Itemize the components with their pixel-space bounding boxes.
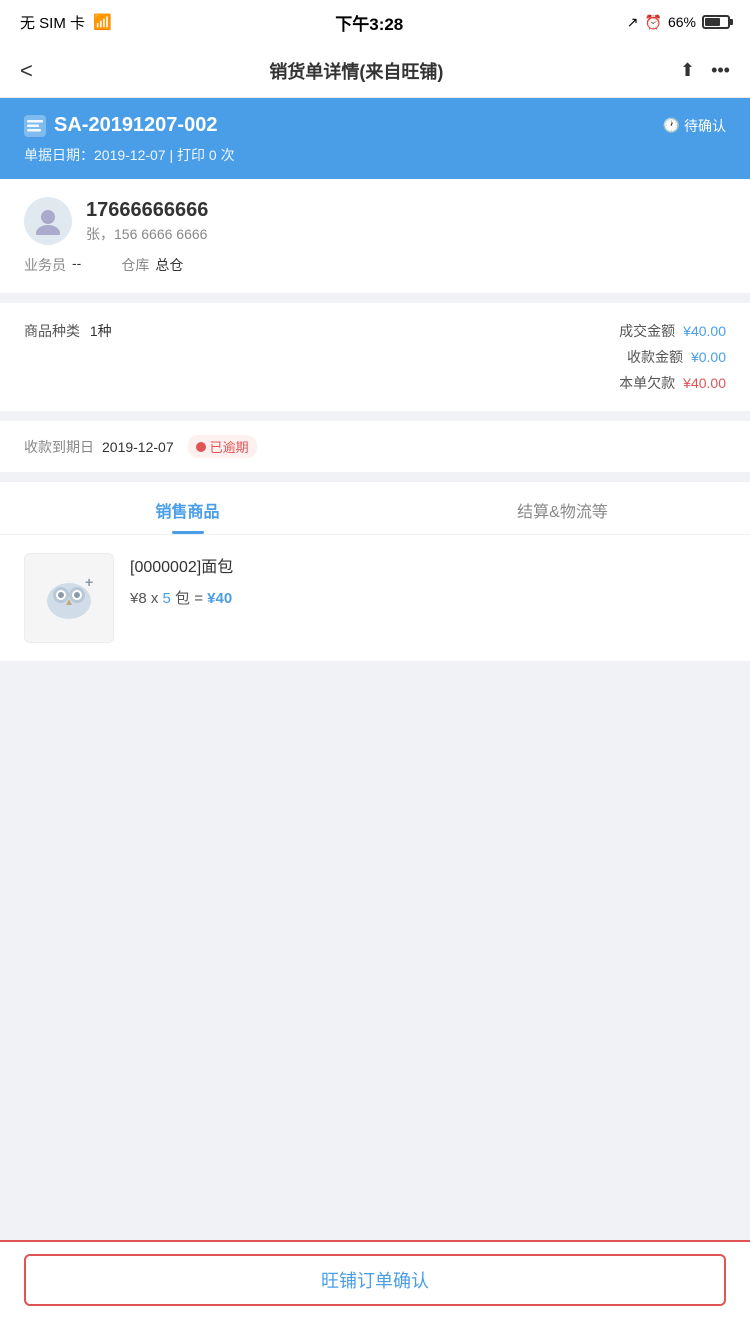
category-count: 1种 xyxy=(90,323,112,339)
customer-phone: 17666666666 xyxy=(86,199,208,222)
back-button[interactable]: < xyxy=(20,58,33,84)
order-header: SA-20191207-002 🕐 待确认 单据日期：2019-12-07 | … xyxy=(0,98,750,179)
received-amount: ¥0.00 xyxy=(691,349,726,365)
warehouse-item: 仓库 总仓 xyxy=(121,255,183,275)
transaction-label: 成交金额 xyxy=(619,321,675,341)
location-icon: ↗ xyxy=(627,14,639,31)
order-id: SA-20191207-002 xyxy=(24,114,217,137)
summary-right: 成交金额 ¥40.00 收款金额 ¥0.00 本单欠款 ¥40.00 xyxy=(619,321,726,393)
order-status: 🕐 待确认 xyxy=(663,116,726,136)
product-qty: 5 xyxy=(163,590,171,607)
transaction-amount: ¥40.00 xyxy=(683,323,726,339)
page-title: 销货单详情(来自旺铺) xyxy=(269,58,443,84)
customer-meta: 业务员 -- 仓库 总仓 xyxy=(24,255,726,275)
customer-info: 17666666666 张，156 6666 6666 xyxy=(86,199,208,244)
status-right: ↗ ⏰ 66% xyxy=(627,14,730,31)
product-calc: ¥8 x 5 包 = ¥40 xyxy=(130,587,726,608)
received-label: 收款金额 xyxy=(627,347,683,367)
overdue-text: 已逾期 xyxy=(210,437,249,456)
status-left: 无 SIM 卡 📶 xyxy=(20,12,112,33)
confirm-button[interactable]: 旺铺订单确认 xyxy=(24,1254,726,1306)
customer-sub: 张，156 6666 6666 xyxy=(86,224,208,244)
overdue-dot-icon xyxy=(196,442,206,452)
salesperson-label: 业务员 xyxy=(24,255,66,275)
customer-card: 17666666666 张，156 6666 6666 业务员 -- 仓库 总仓 xyxy=(0,179,750,293)
overdue-badge: 已逾期 xyxy=(188,435,257,458)
received-row: 收款金额 ¥0.00 xyxy=(627,347,726,367)
nav-bar: < 销货单详情(来自旺铺) ⬆ ••• xyxy=(0,44,750,98)
salesperson-value: -- xyxy=(72,255,81,275)
order-date: 单据日期：2019-12-07 | 打印 0 次 xyxy=(24,145,726,165)
alarm-icon: ⏰ xyxy=(645,14,662,31)
clock-icon: 🕐 xyxy=(663,117,680,134)
product-info: [0000002]面包 ¥8 x 5 包 = ¥40 xyxy=(130,553,726,608)
product-name: [0000002]面包 xyxy=(130,553,726,577)
balance-row: 本单欠款 ¥40.00 xyxy=(619,373,726,393)
balance-amount: ¥40.00 xyxy=(683,375,726,391)
order-icon xyxy=(24,115,46,137)
more-button[interactable]: ••• xyxy=(711,60,730,81)
due-label: 收款到期日 xyxy=(24,437,94,457)
status-bar: 无 SIM 卡 📶 下午3:28 ↗ ⏰ 66% xyxy=(0,0,750,44)
tab-settlement[interactable]: 结算&物流等 xyxy=(375,482,750,534)
salesperson-item: 业务员 -- xyxy=(24,255,81,275)
warehouse-label: 仓库 xyxy=(121,255,149,275)
summary-card: 商品种类 1种 成交金额 ¥40.00 收款金额 ¥0.00 本单欠款 ¥40.… xyxy=(0,303,750,411)
status-time: 下午3:28 xyxy=(335,10,403,35)
warehouse-value: 总仓 xyxy=(155,255,183,275)
summary-left: 商品种类 1种 xyxy=(24,321,112,341)
tabs: 销售商品 结算&物流等 xyxy=(0,482,750,534)
carrier-text: 无 SIM 卡 xyxy=(20,12,85,33)
battery-percent: 66% xyxy=(668,14,696,30)
nav-actions: ⬆ ••• xyxy=(680,60,730,81)
balance-label: 本单欠款 xyxy=(619,373,675,393)
avatar xyxy=(24,197,72,245)
category-label: 商品种类 xyxy=(24,323,80,339)
due-card: 收款到期日 2019-12-07 已逾期 xyxy=(0,421,750,472)
product-image: + xyxy=(24,553,114,643)
order-header-top: SA-20191207-002 🕐 待确认 xyxy=(24,114,726,137)
wifi-icon: 📶 xyxy=(93,13,112,31)
empty-space xyxy=(0,662,750,902)
customer-top: 17666666666 张，156 6666 6666 xyxy=(24,197,726,245)
category-item: 商品种类 1种 xyxy=(24,321,112,341)
product-total: ¥40 xyxy=(207,590,232,607)
battery-icon xyxy=(702,15,730,29)
transaction-row: 成交金额 ¥40.00 xyxy=(619,321,726,341)
svg-text:+: + xyxy=(85,574,93,590)
due-date: 2019-12-07 xyxy=(102,439,174,455)
share-button[interactable]: ⬆ xyxy=(680,60,695,81)
product-card: + [0000002]面包 ¥8 x 5 包 = ¥40 xyxy=(0,535,750,661)
tab-products[interactable]: 销售商品 xyxy=(0,482,375,534)
bottom-bar: 旺铺订单确认 xyxy=(0,1240,750,1334)
